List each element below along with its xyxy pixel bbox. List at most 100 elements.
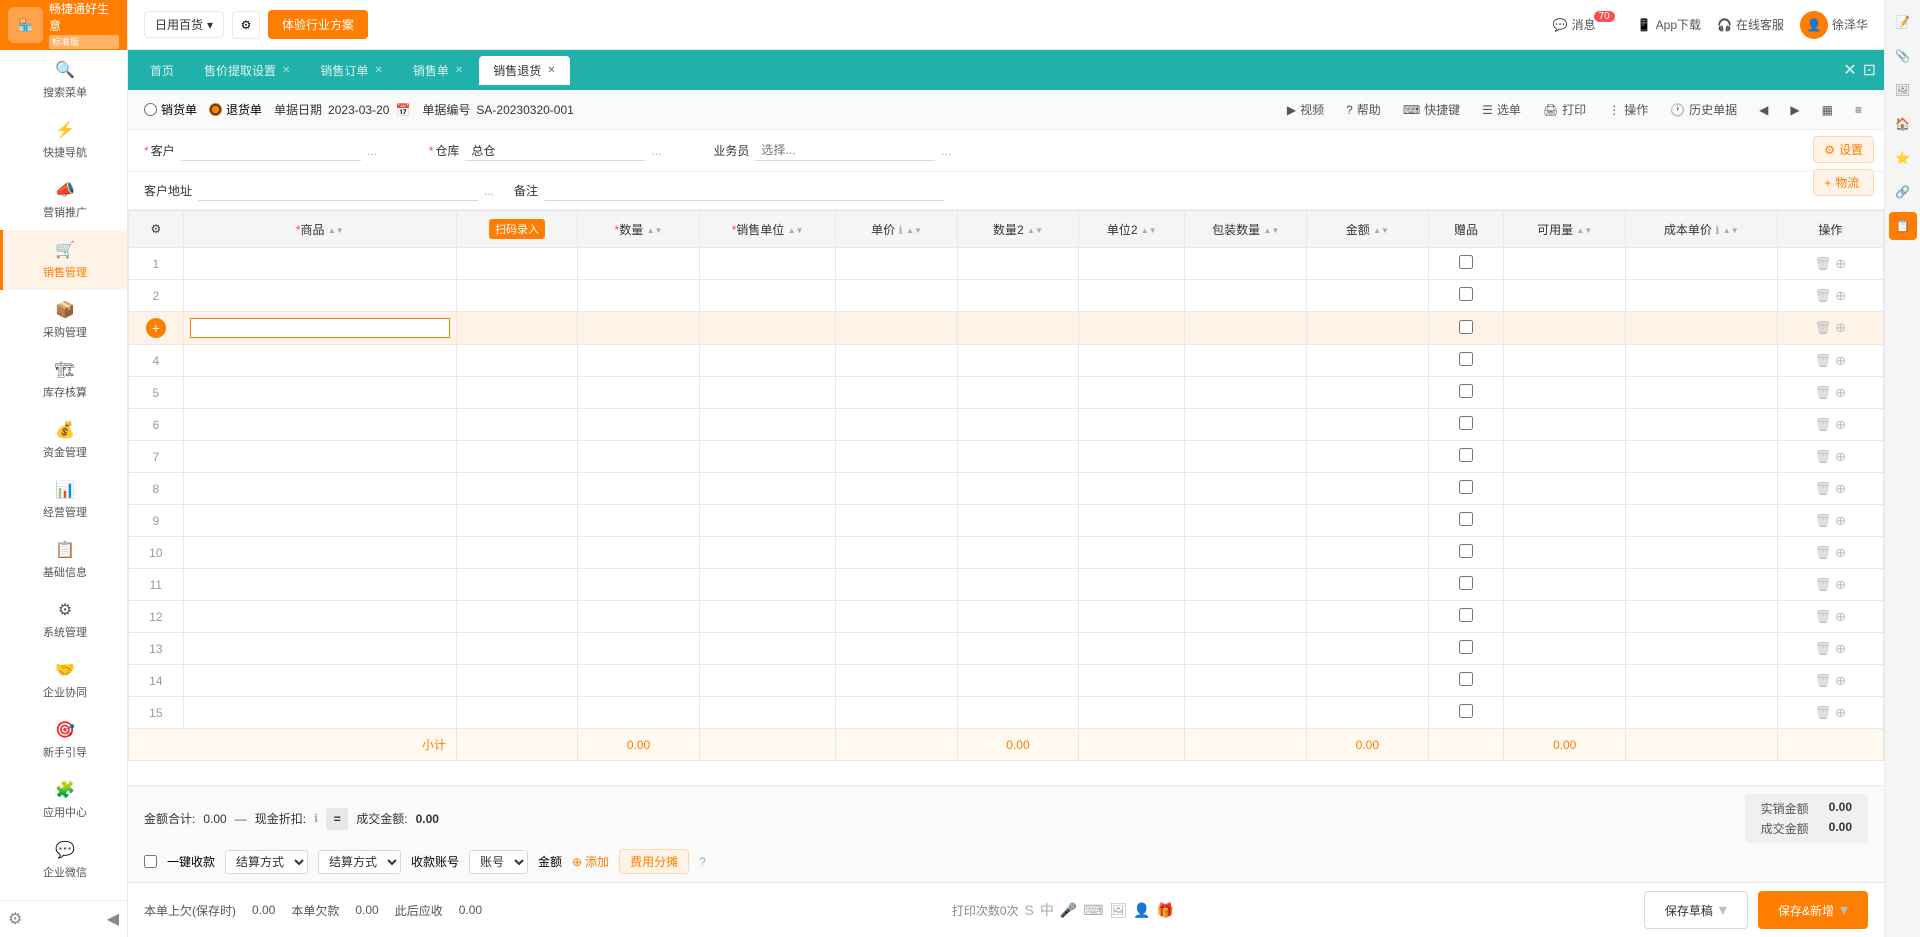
sidebar-item-guide[interactable]: 🎯 新手引导 <box>0 710 127 770</box>
settlement-select[interactable]: 结算方式 <box>225 850 308 874</box>
calc-select[interactable]: 结算方式 <box>318 850 401 874</box>
shortcut-button[interactable]: ⌨ 快捷键 <box>1397 98 1466 121</box>
sort-icon[interactable]: ▲▼ <box>1141 226 1157 235</box>
tab-close-icon[interactable]: ✕ <box>547 65 555 76</box>
customer-picker-button[interactable]: ... <box>367 144 377 158</box>
delete-icon[interactable]: 🗑 <box>1815 513 1832 529</box>
cost-split-button[interactable]: 费用分摊 <box>619 849 689 874</box>
nav-prev-button[interactable]: ◀ <box>1753 100 1774 120</box>
delete-icon[interactable]: 🗑 <box>1815 673 1832 689</box>
address-picker-button[interactable]: ... <box>484 184 494 198</box>
link-panel-button[interactable]: 🔗 <box>1889 178 1917 206</box>
one-key-pay-checkbox[interactable] <box>144 855 157 868</box>
gift-checkbox[interactable] <box>1459 384 1473 398</box>
product-cell-active[interactable] <box>183 312 456 345</box>
discount-info-icon[interactable]: ℹ <box>314 812 318 825</box>
gift-checkbox[interactable] <box>1459 640 1473 654</box>
print-button[interactable]: 🖨 打印 <box>1537 98 1592 121</box>
tab-home[interactable]: 首页 <box>136 56 188 85</box>
calendar-icon[interactable]: 📅 <box>395 103 410 117</box>
gift-checkbox[interactable] <box>1459 287 1473 301</box>
packqty-cell[interactable] <box>1185 248 1307 280</box>
gift-checkbox[interactable] <box>1459 480 1473 494</box>
topbar-settings-button[interactable]: ⚙ <box>232 11 260 39</box>
delete-icon[interactable]: 🗑 <box>1815 385 1832 401</box>
sidebar-item-appstore[interactable]: 🧩 应用中心 <box>0 770 127 830</box>
gift-checkbox[interactable] <box>1459 255 1473 269</box>
user-avatar[interactable]: 👤 徐泽华 <box>1800 11 1868 39</box>
gift-checkbox[interactable] <box>1459 704 1473 718</box>
available-cell[interactable] <box>1504 248 1625 280</box>
sort-icon[interactable]: ▲▼ <box>1373 226 1389 235</box>
copy-icon[interactable]: ⊕ <box>1835 577 1846 593</box>
sidebar-item-system[interactable]: ⚙ 系统管理 <box>0 590 127 650</box>
photo-panel-button[interactable]: 🖼 <box>1889 76 1917 104</box>
tab-close-icon[interactable]: ✕ <box>455 65 463 76</box>
radio-return[interactable]: 退货单 <box>209 101 262 118</box>
add-payment-button[interactable]: ⊕ 添加 <box>572 853 609 870</box>
room-panel-button[interactable]: 🏠 <box>1889 110 1917 138</box>
grid-view-button[interactable]: ▦ <box>1816 100 1839 120</box>
delete-icon[interactable]: 🗑 <box>1815 320 1832 336</box>
help-button[interactable]: ? 帮助 <box>1340 98 1387 121</box>
warehouse-input[interactable] <box>465 140 645 161</box>
sort-icon[interactable]: ▲▼ <box>1723 226 1739 235</box>
list-view-button[interactable]: ≡ <box>1849 100 1868 120</box>
delete-icon[interactable]: 🗑 <box>1815 353 1832 369</box>
gift-checkbox[interactable] <box>1459 608 1473 622</box>
qty2-cell[interactable] <box>957 248 1078 280</box>
copy-icon[interactable]: ⊕ <box>1835 641 1846 657</box>
video-button[interactable]: ▶ 视频 <box>1281 98 1330 121</box>
info-icon[interactable]: ℹ <box>899 225 903 237</box>
gift-checkbox[interactable] <box>1459 544 1473 558</box>
delete-icon[interactable]: 🗑 <box>1815 609 1832 625</box>
sidebar-item-search[interactable]: 🔍 搜索菜单 <box>0 50 127 110</box>
copy-icon[interactable]: ⊕ <box>1835 449 1846 465</box>
add-row-button[interactable]: + <box>146 318 166 338</box>
unit2-cell[interactable] <box>1079 248 1185 280</box>
experience-button[interactable]: 体验行业方案 <box>268 10 368 39</box>
copy-icon[interactable]: ⊕ <box>1835 545 1846 561</box>
tab-sales-return[interactable]: 销售退货 ✕ <box>479 56 569 85</box>
qty-cell[interactable] <box>578 248 699 280</box>
costprice-cell[interactable] <box>1625 248 1777 280</box>
copy-icon[interactable]: ⊕ <box>1835 256 1846 272</box>
customer-input[interactable] <box>181 140 361 161</box>
staff-input[interactable] <box>755 140 935 161</box>
sort-icon[interactable]: ▲▼ <box>1027 226 1043 235</box>
sort-icon[interactable]: ▲▼ <box>647 226 663 235</box>
copy-icon[interactable]: ⊕ <box>1835 288 1846 304</box>
info-icon[interactable]: ℹ <box>1715 225 1719 237</box>
gift-checkbox[interactable] <box>1459 352 1473 366</box>
sidebar-item-inventory[interactable]: 🏗 库存核算 <box>0 350 127 410</box>
app-download-button[interactable]: 📱 App下载 <box>1637 16 1701 33</box>
address-input[interactable] <box>198 180 478 201</box>
keyboard2-icon[interactable]: ⌨ <box>1083 902 1103 919</box>
copy-icon[interactable]: ⊕ <box>1835 320 1846 336</box>
zhong-icon[interactable]: 中 <box>1040 900 1054 920</box>
image2-icon[interactable]: 🖼 <box>1110 902 1128 919</box>
sidebar-item-marketing[interactable]: 📣 营销推广 <box>0 170 127 230</box>
select-button[interactable]: ☰ 选单 <box>1476 98 1527 121</box>
product-input[interactable] <box>190 318 450 338</box>
current-panel-button[interactable]: 📋 <box>1889 212 1917 240</box>
sort-icon[interactable]: ▲▼ <box>906 226 922 235</box>
s-icon[interactable]: S <box>1025 902 1034 918</box>
copy-icon[interactable]: ⊕ <box>1835 513 1846 529</box>
copy-icon[interactable]: ⊕ <box>1835 609 1846 625</box>
copy-icon[interactable]: ⊕ <box>1835 417 1846 433</box>
dropdown-icon[interactable]: ▾ <box>1840 900 1848 920</box>
history-button[interactable]: 🕐 历史单据 <box>1664 98 1743 121</box>
product-cell[interactable] <box>183 248 456 280</box>
sidebar-item-sales[interactable]: 🛒 销售管理 <box>0 230 127 290</box>
settings-bottom-icon[interactable]: ⚙ <box>8 909 22 929</box>
sidebar-item-wechat[interactable]: 💬 企业微信 <box>0 830 127 890</box>
gift-cell[interactable] <box>1428 248 1504 280</box>
gift2-icon[interactable]: 🎁 <box>1157 902 1174 919</box>
remark-input[interactable] <box>544 180 944 201</box>
gift-checkbox[interactable] <box>1459 672 1473 686</box>
help-icon[interactable]: ? <box>699 855 706 869</box>
gift-checkbox[interactable] <box>1459 576 1473 590</box>
delete-icon[interactable]: 🗑 <box>1815 417 1832 433</box>
delete-icon[interactable]: 🗑 <box>1815 705 1832 721</box>
